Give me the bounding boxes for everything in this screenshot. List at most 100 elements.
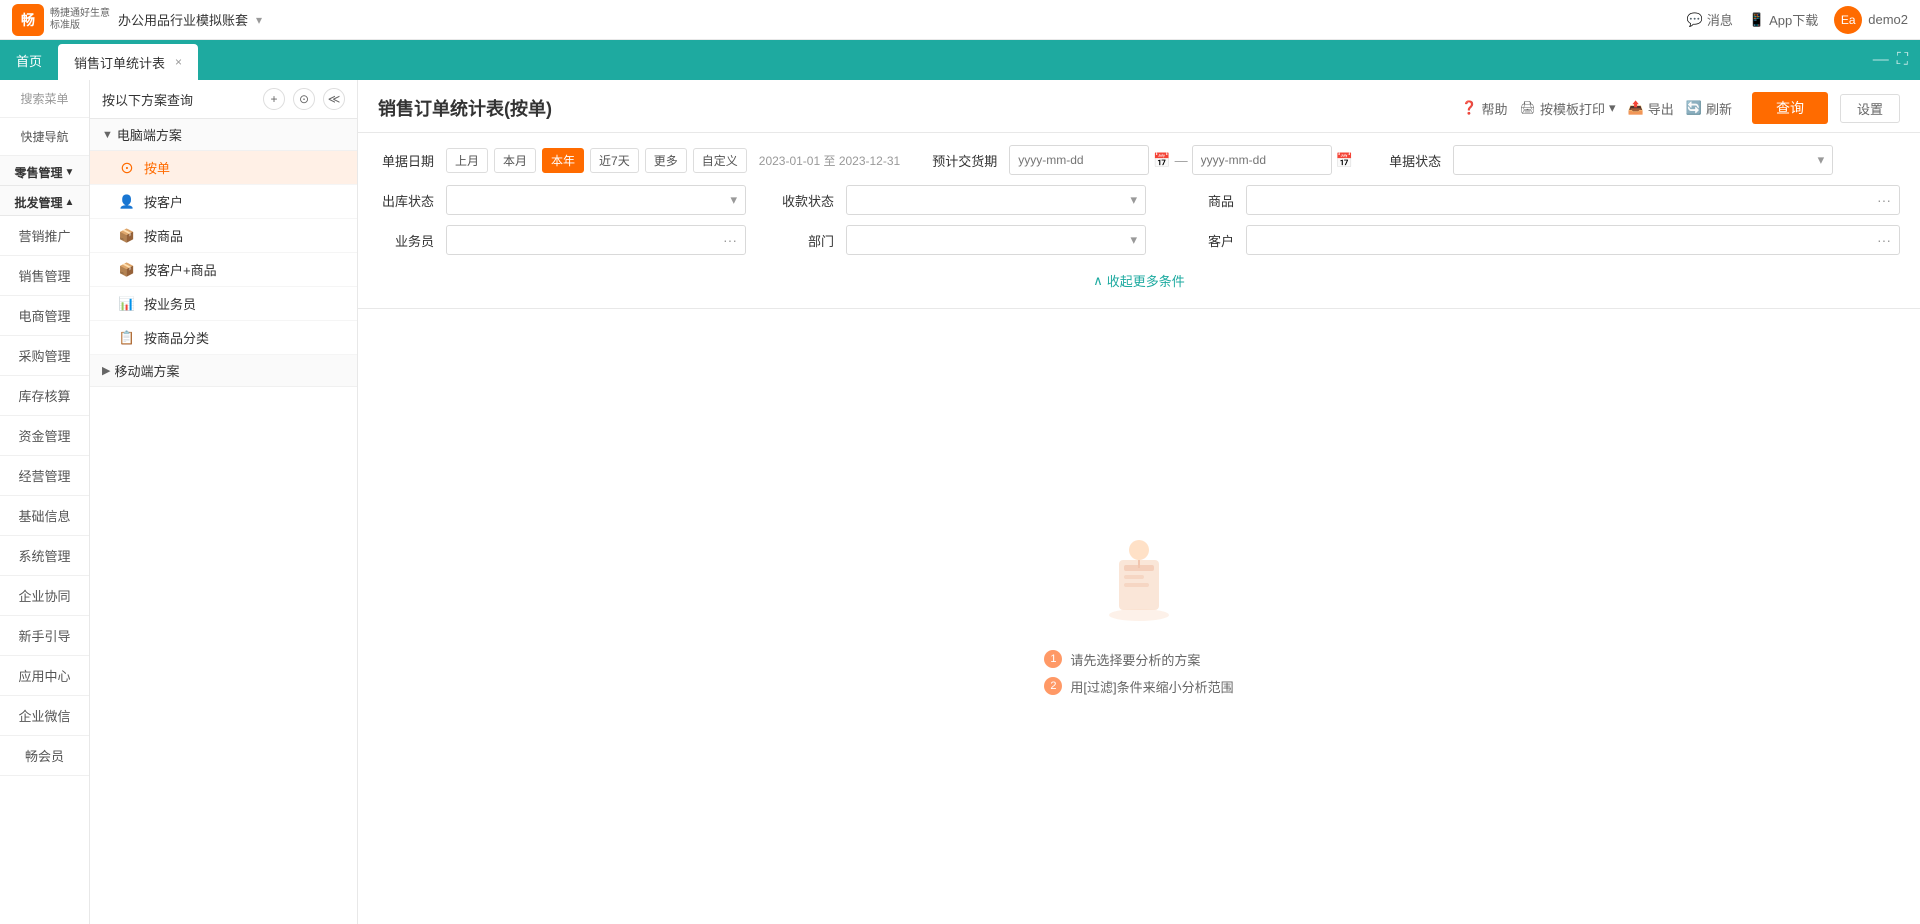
sidebar-item-newbie[interactable]: 新手引导 [0, 616, 89, 656]
left-panel-title: 按以下方案查询 [102, 90, 255, 109]
tab-sales-order[interactable]: 销售订单统计表 × [58, 44, 198, 80]
scheme-item-by-customer-goods[interactable]: 📦 按客户+商品 [90, 253, 357, 287]
sidebar-item-operations[interactable]: 经营管理 [0, 456, 89, 496]
basic-label: 基础信息 [18, 509, 70, 524]
sidebar-item-enterprise[interactable]: 企业协同 [0, 576, 89, 616]
status-select[interactable]: ▾ [1453, 145, 1833, 175]
collapse-panel-button[interactable]: ≪ [323, 88, 345, 110]
breadcrumb-title: 办公用品行业模拟账套 [118, 10, 248, 29]
desktop-group-header[interactable]: ▼ 电脑端方案 [90, 119, 357, 151]
sidebar-item-vip[interactable]: 畅会员 [0, 736, 89, 776]
sidebar-item-finance[interactable]: 资金管理 [0, 416, 89, 456]
empty-illustration [1089, 530, 1189, 630]
mobile-group-header[interactable]: ▶ 移动端方案 [90, 355, 357, 387]
last-7-btn[interactable]: 近7天 [590, 148, 639, 173]
settings-button[interactable]: 设置 [1840, 94, 1900, 123]
last-month-btn[interactable]: 上月 [446, 148, 488, 173]
expected-date-start[interactable] [1009, 145, 1149, 175]
sidebar-item-inventory[interactable]: 库存核算 [0, 376, 89, 416]
payment-select[interactable]: ▾ [846, 185, 1146, 215]
tab-home[interactable]: 首页 [0, 40, 58, 80]
home-tab-label: 首页 [16, 51, 42, 70]
page-title: 销售订单统计表(按单) [378, 95, 552, 121]
scheme-item-by-salesperson[interactable]: 📊 按业务员 [90, 287, 357, 321]
print-icon: 🖨 [1520, 100, 1537, 116]
collapse-label: 收起更多条件 [1107, 271, 1185, 290]
ecommerce-label: 电商管理 [18, 309, 70, 324]
this-year-btn[interactable]: 本年 [542, 148, 584, 173]
by-customer-goods-label: 按客户+商品 [144, 260, 217, 279]
quick-nav-label: 快捷导航 [20, 130, 68, 144]
user-area[interactable]: Ea demo2 [1834, 6, 1908, 34]
hint-1-text: 请先选择要分析的方案 [1070, 650, 1200, 669]
left-panel: 按以下方案查询 + ⊙ ≪ ▼ 电脑端方案 ⊙ 按单 👤 按客户 [90, 80, 358, 924]
scheme-item-by-order[interactable]: ⊙ 按单 [90, 151, 357, 185]
top-bar-right: 💬 消息 📱 App下载 Ea demo2 [1687, 6, 1908, 34]
goods-dots-icon[interactable]: ··· [1877, 192, 1891, 208]
settings-scheme-button[interactable]: ⊙ [293, 88, 315, 110]
add-scheme-button[interactable]: + [263, 88, 285, 110]
salesperson-select[interactable]: ··· [446, 225, 746, 255]
desktop-group-label: 电脑端方案 [117, 125, 182, 144]
tab-close-icon[interactable]: × [175, 55, 182, 69]
by-customer-label: 按客户 [144, 192, 183, 211]
more-btn[interactable]: 更多 [645, 148, 687, 173]
payment-arrow-icon: ▾ [1130, 192, 1137, 208]
calendar-start-icon[interactable]: 📅 [1153, 152, 1170, 169]
this-month-btn[interactable]: 本月 [494, 148, 536, 173]
breadcrumb-arrow-icon[interactable]: ▾ [256, 13, 262, 27]
sidebar-item-wechat[interactable]: 企业微信 [0, 696, 89, 736]
sidebar-search[interactable]: 搜索菜单 [0, 80, 89, 118]
shipping-arrow-icon: ▾ [730, 192, 737, 208]
collapse-filters-button[interactable]: ∧ 收起更多条件 [378, 265, 1900, 296]
sales-order-tab-label: 销售订单统计表 [74, 53, 165, 72]
date-range-text: 2023-01-01 至 2023-12-31 [759, 152, 900, 169]
shipping-select[interactable]: ▾ [446, 185, 746, 215]
scheme-item-by-category[interactable]: 📋 按商品分类 [90, 321, 357, 355]
custom-btn[interactable]: 自定义 [693, 148, 747, 173]
minimize-icon[interactable]: — [1873, 51, 1889, 69]
scheme-item-by-goods[interactable]: 📦 按商品 [90, 219, 357, 253]
sidebar-quick-nav[interactable]: 快捷导航 [0, 118, 89, 156]
calendar-end-icon[interactable]: 📅 [1336, 152, 1353, 169]
empty-state: 1 请先选择要分析的方案 2 用[过滤]条件来缩小分析范围 [358, 309, 1920, 924]
message-button[interactable]: 💬 消息 [1687, 10, 1733, 29]
sidebar-item-purchase[interactable]: 采购管理 [0, 336, 89, 376]
query-button[interactable]: 查询 [1752, 92, 1828, 124]
scheme-group-mobile: ▶ 移动端方案 [90, 355, 357, 387]
wechat-label: 企业微信 [18, 709, 70, 724]
sidebar-item-sales[interactable]: 销售管理 [0, 256, 89, 296]
hint-item-1: 1 请先选择要分析的方案 [1044, 650, 1233, 669]
sidebar-item-apps[interactable]: 应用中心 [0, 656, 89, 696]
customer-dots-icon[interactable]: ··· [1877, 232, 1891, 248]
maximize-icon[interactable]: ⛶ [1897, 51, 1908, 69]
search-label: 搜索菜单 [20, 92, 68, 106]
refresh-button[interactable]: 🔄 刷新 [1686, 99, 1732, 118]
department-arrow-icon: ▾ [1130, 232, 1137, 248]
export-button[interactable]: 📤 导出 [1628, 99, 1674, 118]
help-button[interactable]: ❓ 帮助 [1461, 99, 1507, 118]
customer-select[interactable]: ··· [1246, 225, 1900, 255]
sidebar-item-wholesale[interactable]: 批发管理 ▲ [0, 186, 89, 216]
sidebar-item-basic[interactable]: 基础信息 [0, 496, 89, 536]
print-button[interactable]: 🖨 按模板打印 ▾ [1520, 99, 1616, 118]
goods-select[interactable]: ··· [1246, 185, 1900, 215]
hint-1-num: 1 [1044, 650, 1062, 668]
refresh-icon: 🔄 [1686, 100, 1702, 116]
salesperson-dots-icon[interactable]: ··· [723, 232, 737, 248]
finance-label: 资金管理 [18, 429, 70, 444]
expected-date-label: 预计交货期 [932, 151, 997, 170]
sidebar-item-system[interactable]: 系统管理 [0, 536, 89, 576]
department-label: 部门 [778, 231, 834, 250]
expected-date-end[interactable] [1192, 145, 1332, 175]
department-select[interactable]: ▾ [846, 225, 1146, 255]
nav-tabs: 首页 销售订单统计表 × — ⛶ [0, 40, 1920, 80]
scheme-item-by-customer[interactable]: 👤 按客户 [90, 185, 357, 219]
filter-row-1: 单据日期 上月 本月 本年 近7天 更多 自定义 2023-01-01 至 20… [378, 145, 1900, 175]
sidebar-item-marketing[interactable]: 营销推广 [0, 216, 89, 256]
sidebar-item-ecommerce[interactable]: 电商管理 [0, 296, 89, 336]
app-download-button[interactable]: 📱 App下载 [1749, 10, 1818, 29]
salesperson-label: 业务员 [378, 231, 434, 250]
avatar: Ea [1834, 6, 1862, 34]
sidebar-item-retail[interactable]: 零售管理 ▼ [0, 156, 89, 186]
